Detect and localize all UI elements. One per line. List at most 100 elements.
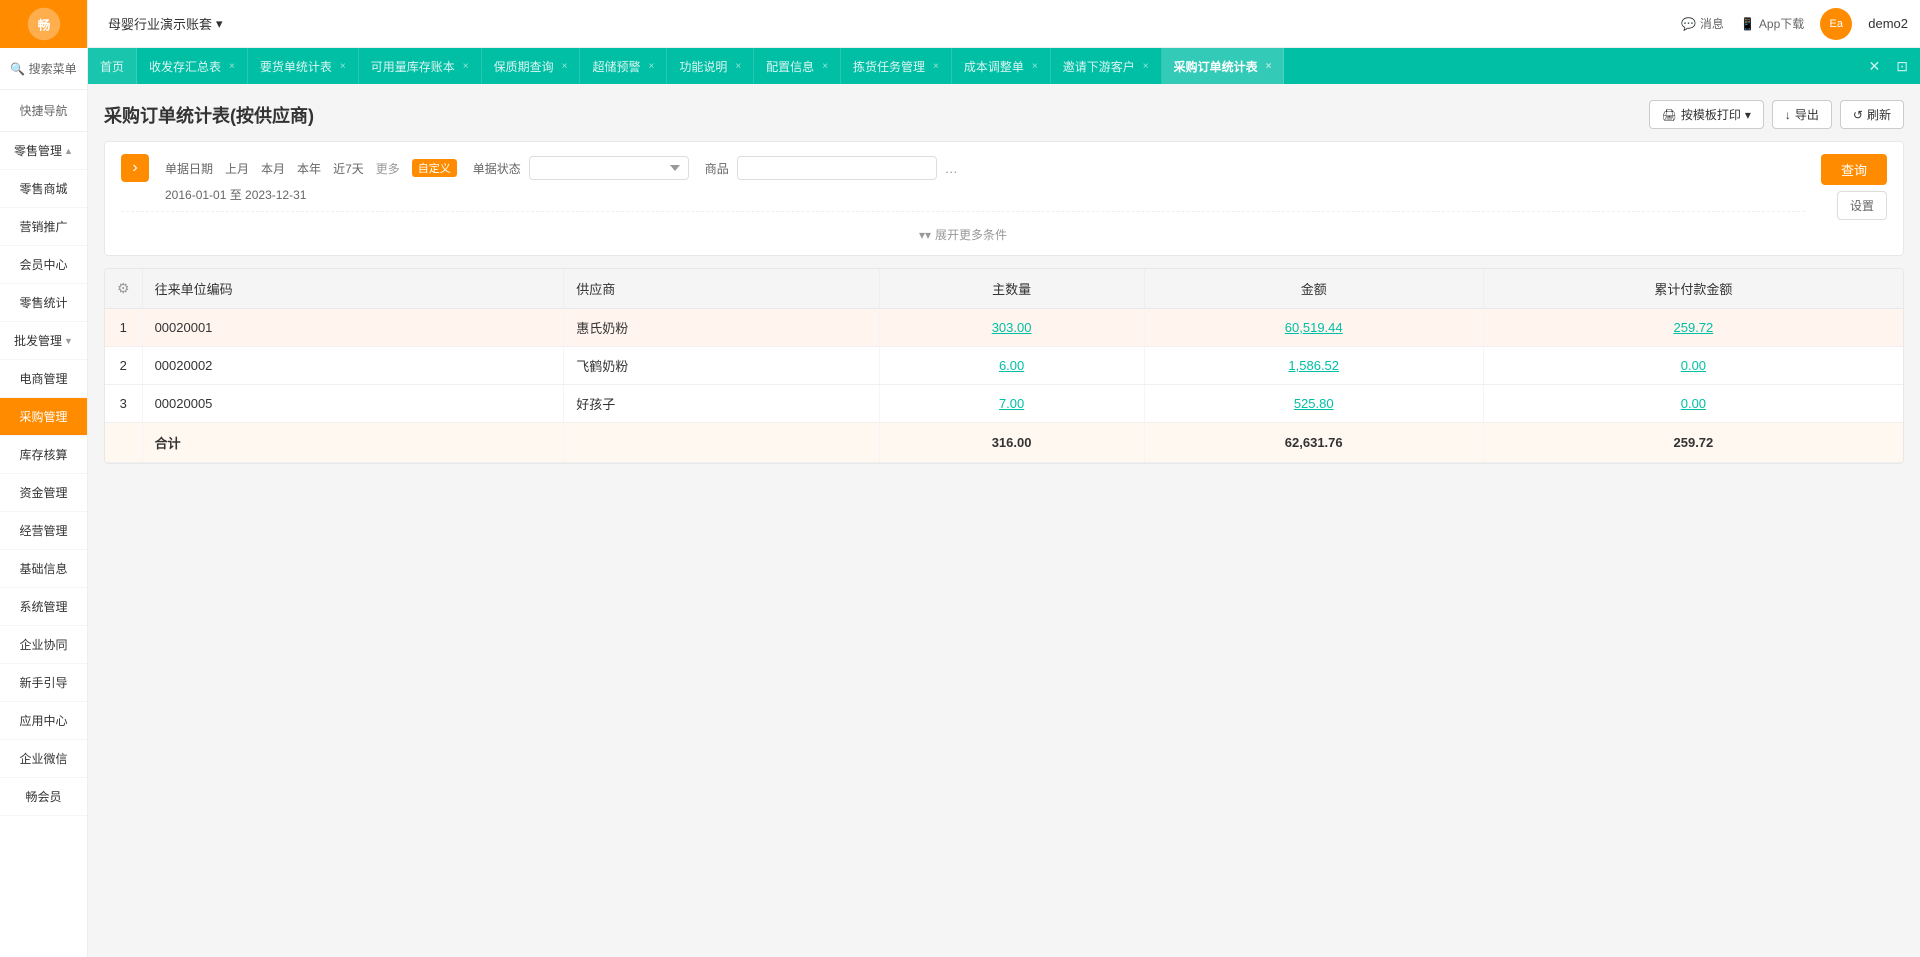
- row-paid[interactable]: 0.00: [1483, 385, 1903, 423]
- tab-function-desc[interactable]: 功能说明 ×: [667, 48, 754, 84]
- footer-empty-1: [105, 423, 142, 463]
- sidebar-item-system-mgmt[interactable]: 系统管理: [0, 588, 87, 626]
- sidebar-item-inventory[interactable]: 库存核算: [0, 436, 87, 474]
- query-button[interactable]: 查询: [1821, 154, 1887, 185]
- tab-close-icon[interactable]: ×: [1143, 61, 1149, 72]
- main-area: 母婴行业演示账套 ▾ 💬 消息 📱 App下载 Ea demo2 首页 收发存汇…: [88, 0, 1920, 957]
- sidebar-item-purchase-mgmt[interactable]: 采购管理: [0, 398, 87, 436]
- goods-input[interactable]: [737, 156, 937, 180]
- tab-config-info[interactable]: 配置信息 ×: [754, 48, 841, 84]
- data-table-wrap: ⚙ 往来单位编码 供应商 主数量 金额 累计付款金额 1 00020001 惠氏…: [104, 268, 1904, 464]
- sidebar-item-vip[interactable]: 畅会员: [0, 778, 87, 816]
- refresh-icon: ↺: [1853, 108, 1863, 122]
- settings-button[interactable]: 设置: [1837, 191, 1887, 220]
- footer-qty: 316.00: [879, 423, 1144, 463]
- sidebar-item-finance[interactable]: 资金管理: [0, 474, 87, 512]
- row-amount[interactable]: 525.80: [1144, 385, 1483, 423]
- date-range-tag[interactable]: 自定义: [412, 159, 457, 177]
- tab-invite-downstream[interactable]: 邀请下游客户 ×: [1051, 48, 1162, 84]
- tab-purchase-summary[interactable]: 采购订单统计表 ×: [1162, 48, 1285, 84]
- close-window-icon[interactable]: ✕: [1865, 56, 1885, 77]
- tab-cost-adjust[interactable]: 成本调整单 ×: [952, 48, 1051, 84]
- tab-overstock-alert[interactable]: 超储预警 ×: [580, 48, 667, 84]
- sidebar-item-new-guide[interactable]: 新手引导: [0, 664, 87, 702]
- filter-toggle-button[interactable]: ›: [121, 154, 149, 182]
- retail-mgmt-arrow: ▲: [64, 146, 73, 156]
- shortcut-last-month[interactable]: 上月: [221, 158, 253, 179]
- app-download-button[interactable]: 📱 App下载: [1740, 15, 1804, 32]
- column-settings-icon[interactable]: ⚙: [117, 280, 130, 296]
- sidebar-item-app-center[interactable]: 应用中心: [0, 702, 87, 740]
- dropdown-arrow-icon: ▾: [216, 16, 223, 32]
- tab-close-icon[interactable]: ×: [229, 61, 235, 72]
- sidebar-item-ops-mgmt[interactable]: 经营管理: [0, 512, 87, 550]
- avatar[interactable]: Ea: [1820, 8, 1852, 40]
- col-settings-header: ⚙: [105, 269, 142, 309]
- tab-available-inventory[interactable]: 可用量库存账本 ×: [359, 48, 482, 84]
- topbar: 母婴行业演示账套 ▾ 💬 消息 📱 App下载 Ea demo2: [88, 0, 1920, 48]
- col-qty-header: 主数量: [879, 269, 1144, 309]
- sidebar-item-enterprise-wechat[interactable]: 企业微信: [0, 740, 87, 778]
- user-name[interactable]: demo2: [1868, 16, 1908, 31]
- tab-close-icon[interactable]: ×: [648, 61, 654, 72]
- sidebar-item-retail-mgmt[interactable]: 零售管理 ▲: [0, 132, 87, 170]
- table-row: 1 00020001 惠氏奶粉 303.00 60,519.44 259.72: [105, 309, 1903, 347]
- row-paid[interactable]: 0.00: [1483, 347, 1903, 385]
- page-content: 采购订单统计表(按供应商) 🖨 按模板打印 ▾ ↓ 导出 ↺ 刷新: [88, 84, 1920, 957]
- tab-demand-summary[interactable]: 要货单统计表 ×: [248, 48, 359, 84]
- tab-close-icon[interactable]: ×: [735, 61, 741, 72]
- message-button[interactable]: 💬 消息: [1681, 15, 1724, 32]
- tab-receive-summary[interactable]: 收发存汇总表 ×: [137, 48, 248, 84]
- tab-close-icon[interactable]: ×: [562, 61, 568, 72]
- wholesale-arrow: ▼: [64, 336, 73, 346]
- export-icon: ↓: [1785, 108, 1791, 122]
- tab-close-icon[interactable]: ×: [933, 61, 939, 72]
- sidebar-item-enterprise[interactable]: 企业协同: [0, 626, 87, 664]
- tab-close-icon[interactable]: ×: [1032, 61, 1038, 72]
- tab-picking-task[interactable]: 拣货任务管理 ×: [841, 48, 952, 84]
- shortcut-this-year[interactable]: 本年: [293, 158, 325, 179]
- sidebar-item-retail-stats[interactable]: 零售统计: [0, 284, 87, 322]
- shortcut-7days[interactable]: 近7天: [329, 158, 368, 179]
- search-menu-button[interactable]: 🔍 搜索菜单: [4, 56, 83, 81]
- print-dropdown-arrow: ▾: [1745, 108, 1751, 122]
- shortcut-this-month[interactable]: 本月: [257, 158, 289, 179]
- maximize-icon[interactable]: ⊡: [1892, 56, 1912, 77]
- print-button[interactable]: 🖨 按模板打印 ▾: [1649, 100, 1764, 129]
- sidebar-item-basic-info[interactable]: 基础信息: [0, 550, 87, 588]
- expand-more-button[interactable]: ▾▾ 展开更多条件: [919, 220, 1007, 243]
- sidebar-search-section: 🔍 搜索菜单: [0, 48, 87, 90]
- account-dropdown[interactable]: 母婴行业演示账套 ▾: [100, 10, 231, 37]
- row-paid[interactable]: 259.72: [1483, 309, 1903, 347]
- sidebar-item-wholesale-mgmt[interactable]: 批发管理 ▼: [0, 322, 87, 360]
- row-qty[interactable]: 7.00: [879, 385, 1144, 423]
- footer-amount: 62,631.76: [1144, 423, 1483, 463]
- export-button[interactable]: ↓ 导出: [1772, 100, 1832, 129]
- goods-more-icon[interactable]: …: [945, 161, 958, 176]
- tab-close-icon[interactable]: ×: [340, 61, 346, 72]
- topbar-right: 💬 消息 📱 App下载 Ea demo2: [1681, 8, 1908, 40]
- quick-nav-button[interactable]: 快捷导航: [4, 98, 83, 123]
- printer-icon: 🖨: [1662, 108, 1677, 122]
- refresh-button[interactable]: ↺ 刷新: [1840, 100, 1904, 129]
- row-amount[interactable]: 60,519.44: [1144, 309, 1483, 347]
- sidebar-item-members[interactable]: 会员中心: [0, 246, 87, 284]
- tab-close-icon[interactable]: ×: [1266, 61, 1272, 72]
- filter-expand-row: ▾▾ 展开更多条件: [121, 211, 1805, 243]
- row-qty[interactable]: 303.00: [879, 309, 1144, 347]
- status-label: 单据状态: [473, 160, 521, 177]
- sidebar-item-retail-shop[interactable]: 零售商城: [0, 170, 87, 208]
- tab-close-icon[interactable]: ×: [822, 61, 828, 72]
- sidebar-item-marketing[interactable]: 营销推广: [0, 208, 87, 246]
- tab-close-icon[interactable]: ×: [463, 61, 469, 72]
- tab-home[interactable]: 首页: [88, 48, 137, 84]
- tab-expiry-query[interactable]: 保质期查询 ×: [482, 48, 581, 84]
- row-qty[interactable]: 6.00: [879, 347, 1144, 385]
- shortcut-more[interactable]: 更多: [372, 158, 404, 179]
- row-amount[interactable]: 1,586.52: [1144, 347, 1483, 385]
- status-select[interactable]: [529, 156, 689, 180]
- app-icon: 📱: [1740, 17, 1755, 31]
- footer-empty-2: [564, 423, 879, 463]
- sidebar-item-ecom-mgmt[interactable]: 电商管理: [0, 360, 87, 398]
- col-paid-header: 累计付款金额: [1483, 269, 1903, 309]
